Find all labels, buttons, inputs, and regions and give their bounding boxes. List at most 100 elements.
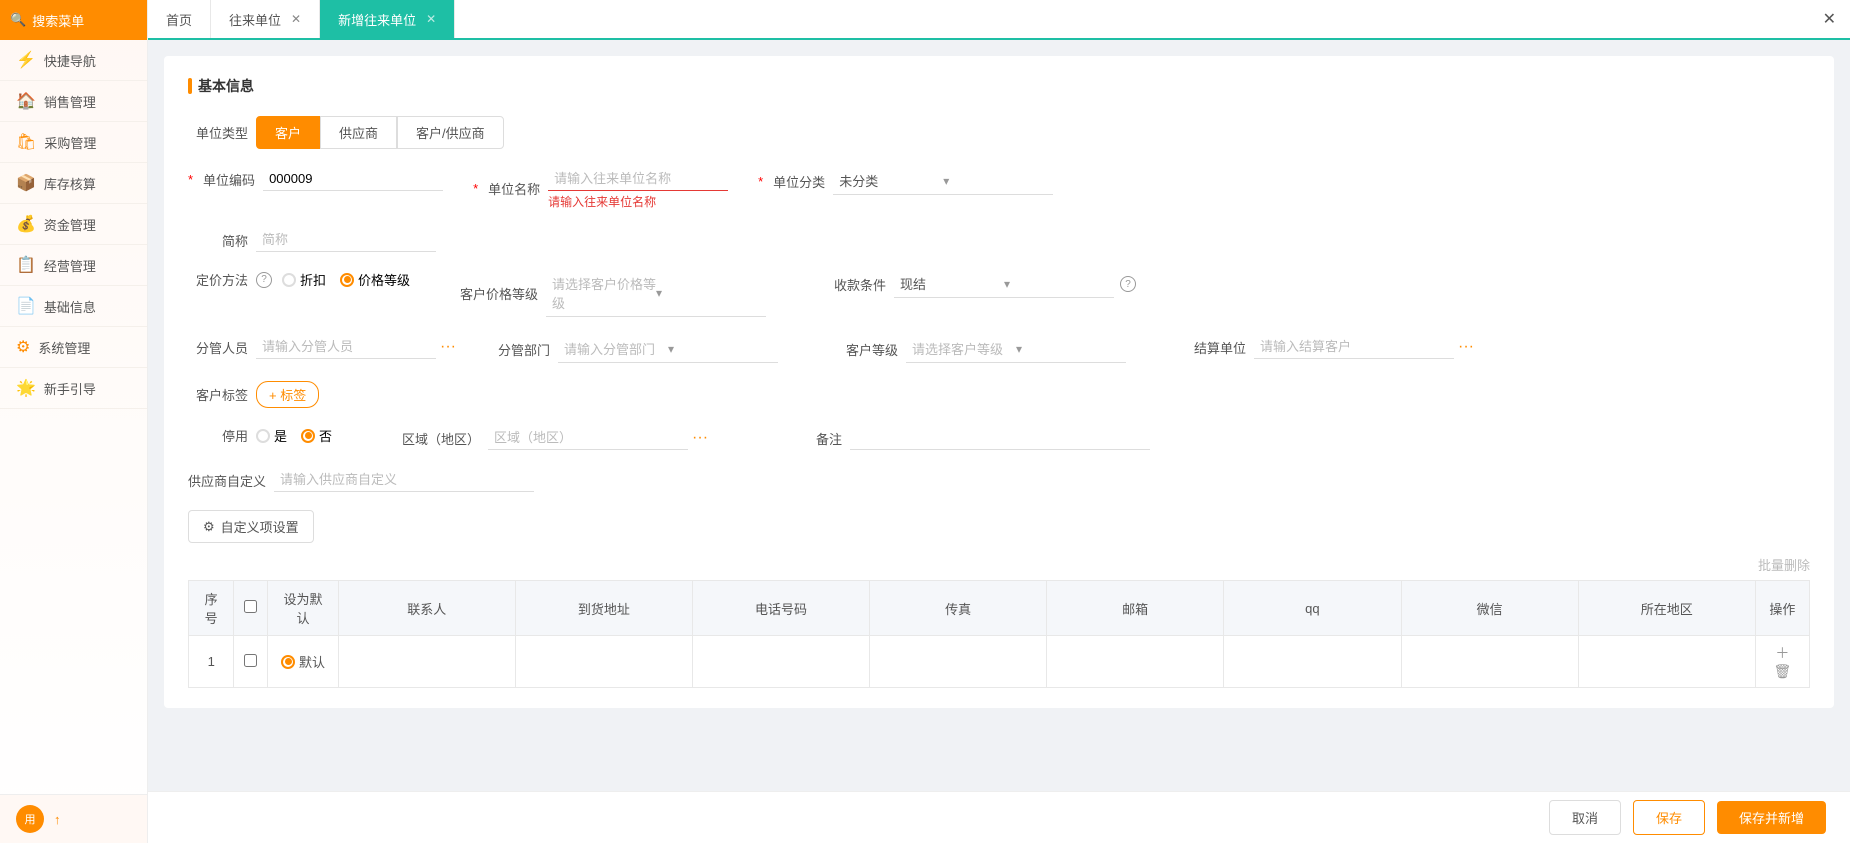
unit-type-both-btn[interactable]: 客户/供应商 bbox=[397, 116, 504, 149]
tag-add-button[interactable]: + 标签 bbox=[256, 381, 319, 408]
unit-code-input[interactable] bbox=[263, 167, 443, 191]
unit-name-error-msg: 请输入往来单位名称 bbox=[548, 193, 728, 210]
unit-category-group: * 单位分类 未分类 ▾ bbox=[758, 167, 1053, 195]
supplier-custom-label: 供应商自定义 bbox=[188, 471, 266, 490]
row-fax-input[interactable] bbox=[880, 654, 1036, 669]
short-name-input[interactable] bbox=[256, 228, 436, 252]
row-default: 默认 bbox=[268, 636, 338, 688]
unit-type-supplier-btn[interactable]: 供应商 bbox=[320, 116, 397, 149]
sidebar-item-purchase[interactable]: 🛍 采购管理 bbox=[0, 122, 147, 163]
dept-select[interactable]: 请输入分管部门 ▾ bbox=[558, 335, 778, 363]
sidebar-item-base[interactable]: 📄 基础信息 bbox=[0, 286, 147, 327]
row-region-input[interactable] bbox=[1589, 654, 1745, 669]
settlement-label: 结算单位 bbox=[1186, 338, 1246, 357]
row-address[interactable] bbox=[515, 636, 692, 688]
supplier-custom-input[interactable] bbox=[274, 468, 534, 492]
unit-name-wrap: 请输入往来单位名称 bbox=[548, 167, 728, 210]
region-more-btn[interactable]: ··· bbox=[688, 429, 712, 447]
custom-settings-button[interactable]: ⚙ 自定义项设置 bbox=[188, 510, 314, 543]
sidebar-item-inventory[interactable]: 📦 库存核算 bbox=[0, 163, 147, 204]
payment-terms-select[interactable]: 现结 ▾ bbox=[894, 270, 1114, 298]
tab-bar-close-all[interactable]: ✕ bbox=[1809, 9, 1850, 29]
disabled-region-remarks-row: 停用 是 否 区 bbox=[188, 426, 1810, 450]
tab-add-partner-close[interactable]: ✕ bbox=[426, 12, 436, 26]
row-region[interactable] bbox=[1578, 636, 1755, 688]
row-address-input[interactable] bbox=[526, 654, 682, 669]
remarks-input[interactable] bbox=[850, 426, 1150, 450]
row-contact[interactable] bbox=[338, 636, 515, 688]
pricing-grade-radio[interactable]: 价格等级 bbox=[340, 270, 410, 289]
row-wechat[interactable] bbox=[1401, 636, 1578, 688]
sidebar-item-quick-nav[interactable]: ⚡ 快捷导航 bbox=[0, 40, 147, 81]
sidebar-search[interactable]: 🔍 搜索菜单 bbox=[0, 0, 147, 40]
sidebar-item-sales[interactable]: 🏠 销售管理 bbox=[0, 81, 147, 122]
row-default-radio[interactable]: 默认 bbox=[278, 652, 327, 671]
cancel-button[interactable]: 取消 bbox=[1549, 800, 1621, 835]
save-button[interactable]: 保存 bbox=[1633, 800, 1705, 835]
sidebar-item-system[interactable]: ⚙ 系统管理 bbox=[0, 327, 147, 368]
remarks-group: 备注 bbox=[782, 426, 1150, 450]
supplier-custom-row: 供应商自定义 bbox=[188, 468, 1810, 492]
table-header-checkbox[interactable] bbox=[244, 600, 257, 613]
unit-type-buttons: 客户 供应商 客户/供应商 bbox=[256, 116, 504, 149]
tags-label: 客户标签 bbox=[188, 385, 248, 404]
tab-partner[interactable]: 往来单位 ✕ bbox=[211, 0, 320, 38]
row-default-radio-circle bbox=[281, 655, 295, 669]
row-contact-input[interactable] bbox=[349, 654, 505, 669]
row-qq[interactable] bbox=[1224, 636, 1401, 688]
tab-partner-close[interactable]: ✕ bbox=[291, 12, 301, 26]
col-phone: 电话号码 bbox=[692, 581, 869, 636]
row-email[interactable] bbox=[1047, 636, 1224, 688]
settlement-more-btn[interactable]: ··· bbox=[1454, 338, 1478, 356]
row-no: 1 bbox=[189, 636, 234, 688]
disabled-yes-radio[interactable]: 是 bbox=[256, 426, 287, 445]
form-card: 基本信息 单位类型 客户 供应商 客户/供应商 * 单位编码 bbox=[164, 56, 1834, 708]
manager-more-btn[interactable]: ··· bbox=[436, 338, 460, 356]
row-delete-btn[interactable]: 🗑 bbox=[1773, 663, 1791, 680]
row-select-checkbox[interactable] bbox=[244, 654, 257, 667]
dept-label: 分管部门 bbox=[490, 340, 550, 359]
row-qq-input[interactable] bbox=[1234, 654, 1390, 669]
unit-name-label: 单位名称 bbox=[480, 179, 540, 198]
unit-name-input[interactable] bbox=[548, 167, 728, 191]
dept-group: 分管部门 请输入分管部门 ▾ bbox=[490, 335, 778, 363]
sidebar-item-guide[interactable]: 🌟 新手引导 bbox=[0, 368, 147, 409]
pricing-discount-radio[interactable]: 折扣 bbox=[282, 270, 326, 289]
col-qq: qq bbox=[1224, 581, 1401, 636]
row-wechat-input[interactable] bbox=[1412, 654, 1568, 669]
tab-home[interactable]: 首页 bbox=[148, 0, 211, 38]
sidebar-item-operation[interactable]: 📋 经营管理 bbox=[0, 245, 147, 286]
tab-bar: 首页 往来单位 ✕ 新增往来单位 ✕ ✕ bbox=[148, 0, 1850, 40]
save-new-button[interactable]: 保存并新增 bbox=[1717, 801, 1826, 834]
tab-add-partner[interactable]: 新增往来单位 ✕ bbox=[320, 0, 455, 38]
row-add-btn[interactable]: ＋ bbox=[1775, 643, 1789, 663]
pricing-grade-radio-circle bbox=[340, 273, 354, 287]
disabled-no-radio[interactable]: 否 bbox=[301, 426, 332, 445]
base-icon: 📄 bbox=[16, 296, 36, 316]
row-fax[interactable] bbox=[870, 636, 1047, 688]
col-region: 所在地区 bbox=[1578, 581, 1755, 636]
operation-icon: 📋 bbox=[16, 255, 36, 275]
row-phone-input[interactable] bbox=[703, 654, 859, 669]
manager-label: 分管人员 bbox=[188, 338, 248, 357]
settlement-input[interactable] bbox=[1254, 335, 1454, 359]
row-phone[interactable] bbox=[692, 636, 869, 688]
unit-type-customer-btn[interactable]: 客户 bbox=[256, 116, 320, 149]
custom-section: ⚙ 自定义项设置 批量删除 序号 设为默认 联系人 到货地址 bbox=[188, 510, 1810, 688]
pricing-help-icon[interactable]: ? bbox=[256, 272, 272, 288]
customer-price-select[interactable]: 请选择客户价格等级 ▾ bbox=[546, 270, 766, 317]
unit-category-select[interactable]: 未分类 ▾ bbox=[833, 167, 1053, 195]
batch-delete-btn[interactable]: 批量删除 bbox=[188, 555, 1810, 574]
inventory-icon: 📦 bbox=[16, 173, 36, 193]
row-checkbox[interactable] bbox=[234, 636, 268, 688]
customer-level-select[interactable]: 请选择客户等级 ▾ bbox=[906, 335, 1126, 363]
contacts-table: 序号 设为默认 联系人 到货地址 电话号码 传真 邮箱 qq 微信 bbox=[188, 580, 1810, 688]
row-email-input[interactable] bbox=[1057, 654, 1213, 669]
manager-input[interactable] bbox=[256, 335, 436, 359]
unit-type-label: 单位类型 bbox=[188, 123, 248, 142]
disabled-yes-radio-circle bbox=[256, 429, 270, 443]
remarks-label: 备注 bbox=[782, 429, 842, 448]
sidebar-item-finance[interactable]: 💰 资金管理 bbox=[0, 204, 147, 245]
region-input[interactable] bbox=[488, 426, 688, 450]
payment-terms-help-icon[interactable]: ? bbox=[1120, 276, 1136, 292]
